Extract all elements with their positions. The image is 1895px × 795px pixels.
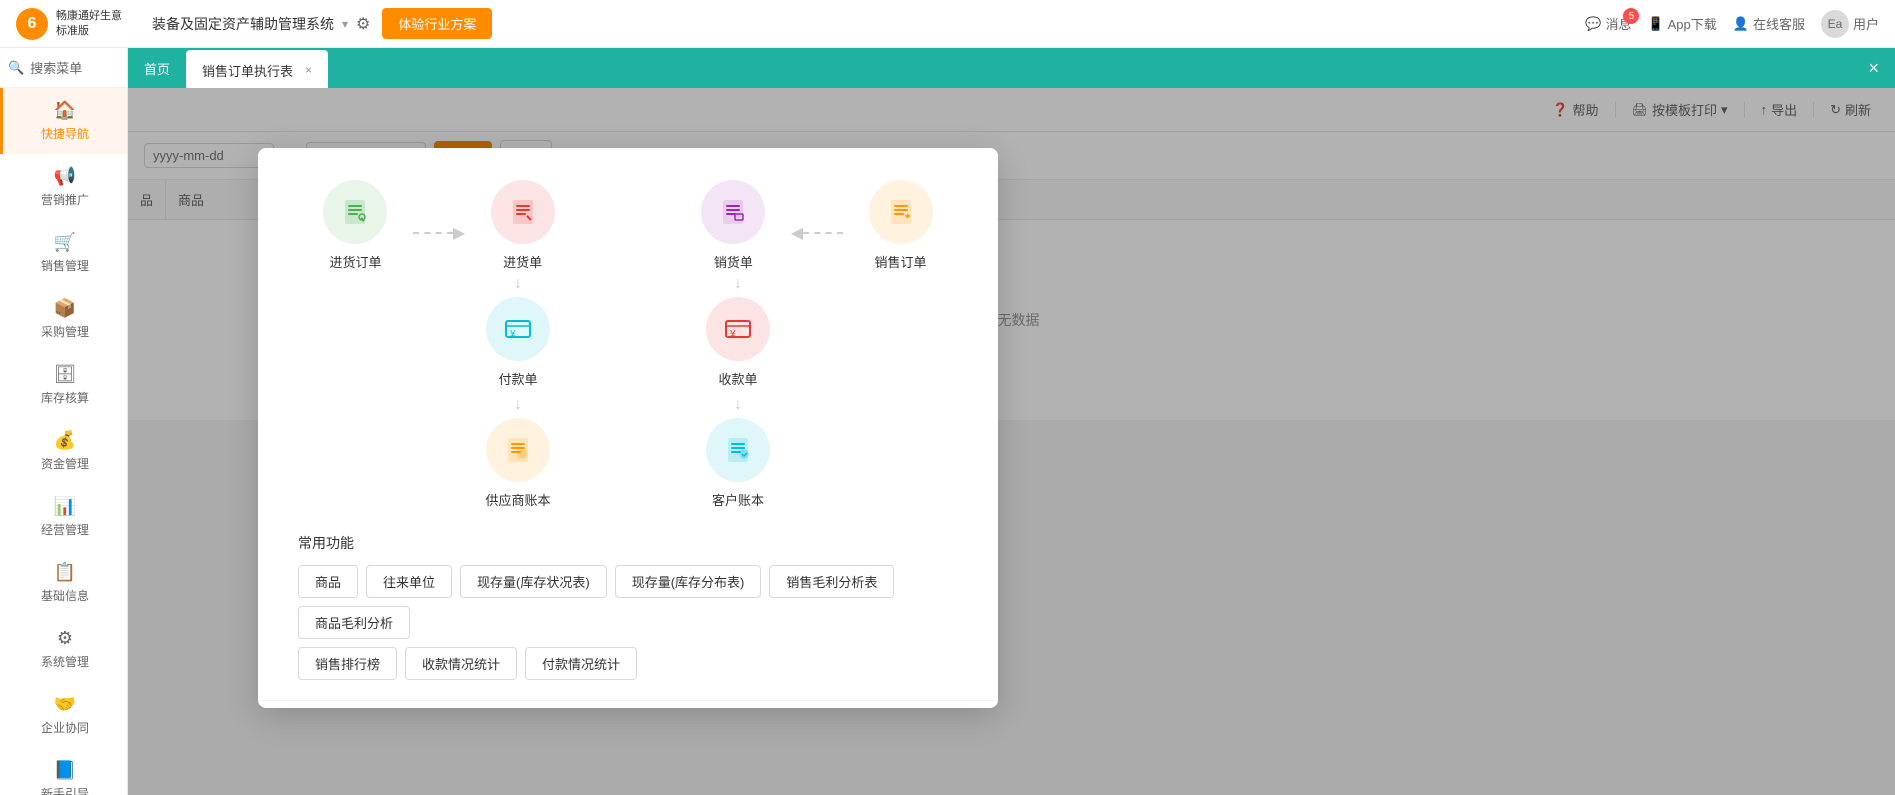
receipt-circle: ¥ xyxy=(706,297,770,361)
operations-icon: 📊 xyxy=(54,496,76,517)
sales-order-circle xyxy=(869,180,933,244)
func-btn-receipt-stats[interactable]: 收款情况统计 xyxy=(405,647,517,680)
func-buttons-row1: 商品 往来单位 现存量(库存状况表) 现存量(库存分布表) 销售毛利分析表 商品… xyxy=(298,565,958,639)
app-icon: 📱 xyxy=(1647,16,1663,32)
modal-overlay: 进货订单 ▶ xyxy=(128,88,1895,795)
message-btn[interactable]: 💬 消息 5 xyxy=(1585,14,1631,33)
tab-sales-order[interactable]: 销售订单执行表 × xyxy=(186,50,328,90)
flow-modal: 进货订单 ▶ xyxy=(258,148,998,708)
arrow-down-receipt: ↓ xyxy=(678,396,798,414)
node-customer-ledger[interactable]: 客户账本 xyxy=(678,418,798,509)
tab-bar: 首页 销售订单执行表 × × xyxy=(128,48,1895,88)
home-icon: 🏠 xyxy=(54,100,76,121)
node-receipt[interactable]: ¥ 收款单 xyxy=(678,297,798,388)
app-download-btn[interactable]: 📱 App下载 xyxy=(1647,14,1716,33)
sidebar-item-beginner[interactable]: 📘 新手引导 xyxy=(0,748,127,795)
service-icon: 👤 xyxy=(1733,16,1749,32)
flow-diagram: 进货订单 ▶ xyxy=(298,180,958,513)
func-btn-stock-status[interactable]: 现存量(库存状况表) xyxy=(460,565,607,598)
page-close-btn[interactable]: × xyxy=(1852,58,1895,79)
func-btn-sales-profit[interactable]: 销售毛利分析表 xyxy=(769,565,894,598)
arrow-down-sales: ↓ xyxy=(678,275,798,293)
node-payment[interactable]: ¥ 付款单 xyxy=(458,297,578,388)
sidebar-item-quick-nav[interactable]: 🏠 快捷导航 xyxy=(0,88,127,154)
node-sales-bill[interactable]: 销货单 xyxy=(676,180,791,271)
experience-btn[interactable]: 体验行业方案 xyxy=(382,8,492,39)
func-btn-product-profit[interactable]: 商品毛利分析 xyxy=(298,606,410,639)
marketing-icon: 📢 xyxy=(54,166,76,187)
func-btn-payment-stats[interactable]: 付款情况统计 xyxy=(525,647,637,680)
purchase-bill-circle xyxy=(491,180,555,244)
tab-close-icon[interactable]: × xyxy=(305,63,312,77)
logo-text: 畅康通好生意 标准版 xyxy=(56,9,122,38)
node-supplier-ledger[interactable]: 供应商账本 xyxy=(458,418,578,509)
sales-icon: 🛒 xyxy=(54,232,76,253)
search-menu-btn[interactable]: 🔍 搜索菜单 xyxy=(0,48,127,88)
system-title: 装备及固定资产辅助管理系统 ▾ xyxy=(152,14,348,34)
modal-scrollbar: ◀ ▶ xyxy=(258,700,998,708)
user-area[interactable]: Ea 用户 xyxy=(1821,10,1879,38)
sales-bill-circle xyxy=(701,180,765,244)
avatar: Ea xyxy=(1821,10,1849,38)
sidebar-item-purchase[interactable]: 📦 采购管理 xyxy=(0,286,127,352)
enterprise-icon: 🤝 xyxy=(54,694,76,715)
sidebar-item-enterprise[interactable]: 🤝 企业协同 xyxy=(0,682,127,748)
sidebar-item-basic-info[interactable]: 📋 基础信息 xyxy=(0,550,127,616)
node-sales-order[interactable]: 销售订单 xyxy=(843,180,958,271)
sidebar: 🔍 搜索菜单 🏠 快捷导航 📢 营销推广 🛒 销售管理 📦 采购管理 🗄 xyxy=(0,48,128,795)
svg-text:¥: ¥ xyxy=(509,329,516,340)
message-icon: 💬 xyxy=(1585,16,1601,32)
common-funcs-title: 常用功能 xyxy=(298,533,958,553)
func-btn-stock-dist[interactable]: 现存量(库存分布表) xyxy=(615,565,762,598)
dropdown-arrow-icon[interactable]: ▾ xyxy=(342,17,348,31)
finance-icon: 💰 xyxy=(54,430,76,451)
purchase-icon: 📦 xyxy=(54,298,76,319)
common-functions: 常用功能 商品 往来单位 现存量(库存状况表) 现存量(库存分布表) 销售毛利分… xyxy=(298,533,958,680)
sidebar-item-inventory[interactable]: 🗄 库存核算 xyxy=(0,352,127,418)
purchase-order-circle xyxy=(323,180,387,244)
content-area: 首页 销售订单执行表 × × ❓ 帮助 xyxy=(128,48,1895,795)
func-buttons-row2: 销售排行榜 收款情况统计 付款情况统计 xyxy=(298,647,958,680)
modal-content: 进货订单 ▶ xyxy=(258,148,998,700)
page-content: ❓ 帮助 🖨 按模板打印 ▾ ↑ 导出 xyxy=(128,88,1895,795)
search-icon: 🔍 xyxy=(8,60,24,76)
beginner-icon: 📘 xyxy=(54,760,76,781)
node-purchase-bill[interactable]: 进货单 xyxy=(465,180,580,271)
online-service-btn[interactable]: 👤 在线客服 xyxy=(1733,14,1805,33)
gear-icon[interactable]: ⚙ xyxy=(356,14,370,34)
tab-home[interactable]: 首页 xyxy=(128,48,186,88)
node-purchase-order[interactable]: 进货订单 xyxy=(298,180,413,271)
sidebar-item-sys-mgmt[interactable]: ⚙ 系统管理 xyxy=(0,616,127,682)
supplier-ledger-circle xyxy=(486,418,550,482)
sidebar-item-marketing[interactable]: 📢 营销推广 xyxy=(0,154,127,220)
customer-ledger-circle xyxy=(706,418,770,482)
sidebar-item-finance[interactable]: 💰 资金管理 xyxy=(0,418,127,484)
sys-mgmt-icon: ⚙ xyxy=(57,628,73,649)
arrow-down-purchase: ↓ xyxy=(458,275,578,293)
func-btn-product[interactable]: 商品 xyxy=(298,565,358,598)
inventory-icon: 🗄 xyxy=(54,364,77,385)
payment-circle: ¥ xyxy=(486,297,550,361)
arrow-down-payment: ↓ xyxy=(458,396,578,414)
sidebar-item-sales[interactable]: 🛒 销售管理 xyxy=(0,220,127,286)
svg-text:¥: ¥ xyxy=(729,329,736,340)
logo-icon: 6 xyxy=(16,8,48,40)
sidebar-item-operations[interactable]: 📊 经营管理 xyxy=(0,484,127,550)
logo-area: 6 畅康通好生意 标准版 xyxy=(16,8,144,40)
func-btn-counterparty[interactable]: 往来单位 xyxy=(366,565,452,598)
message-badge: 5 xyxy=(1623,8,1639,24)
func-btn-sales-rank[interactable]: 销售排行榜 xyxy=(298,647,397,680)
basic-info-icon: 📋 xyxy=(54,562,76,583)
top-right-area: 💬 消息 5 📱 App下载 👤 在线客服 Ea 用户 xyxy=(1585,10,1879,38)
